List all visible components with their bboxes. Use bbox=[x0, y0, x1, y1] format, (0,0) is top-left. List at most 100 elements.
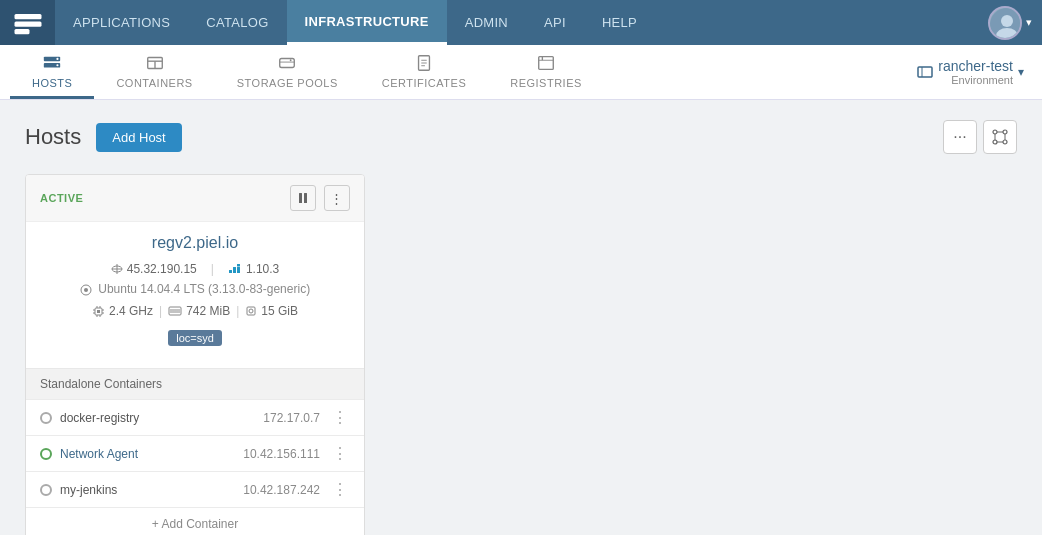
container-ip: 10.42.156.111 bbox=[243, 447, 320, 461]
svg-rect-42 bbox=[237, 267, 240, 270]
svg-point-27 bbox=[993, 140, 997, 144]
svg-point-45 bbox=[84, 288, 88, 292]
logo[interactable] bbox=[0, 0, 55, 45]
env-icon bbox=[917, 64, 933, 80]
host-card: ACTIVE ⋮ regv2.piel.io bbox=[25, 174, 365, 535]
host-storage: 15 GiB bbox=[245, 304, 298, 318]
svg-rect-62 bbox=[247, 307, 255, 315]
host-memory: 742 MiB bbox=[168, 304, 230, 318]
subnav-registries[interactable]: REGISTRIES bbox=[488, 45, 604, 99]
add-host-button[interactable]: Add Host bbox=[96, 123, 181, 152]
svg-point-15 bbox=[290, 59, 292, 61]
container-menu-button[interactable]: ⋮ bbox=[330, 408, 350, 427]
svg-point-9 bbox=[57, 64, 59, 66]
env-info: rancher-test Environment bbox=[938, 58, 1013, 86]
toolbar-right: ··· bbox=[943, 120, 1017, 154]
nav-items: APPLICATIONS CATALOG INFRASTRUCTURE ADMI… bbox=[55, 0, 988, 45]
host-card-body: regv2.piel.io 45.32.190.15 | bbox=[26, 222, 364, 368]
page-title: Hosts bbox=[25, 124, 81, 150]
host-cpu: 2.4 GHz bbox=[92, 304, 153, 318]
more-options-button[interactable]: ··· bbox=[943, 120, 977, 154]
svg-rect-33 bbox=[299, 193, 302, 203]
container-menu-button[interactable]: ⋮ bbox=[330, 444, 350, 463]
container-menu-button[interactable]: ⋮ bbox=[330, 480, 350, 499]
os-icon bbox=[80, 284, 92, 296]
svg-rect-34 bbox=[304, 193, 307, 203]
nav-infrastructure[interactable]: INFRASTRUCTURE bbox=[287, 0, 447, 45]
page-header: Hosts Add Host ··· bbox=[25, 120, 1017, 154]
sub-nav: HOSTS CONTAINERS STORAGE POOLS CERTIFICA… bbox=[0, 45, 1042, 100]
container-ip: 10.42.187.242 bbox=[243, 483, 320, 497]
container-row[interactable]: Network Agent 10.42.156.111 ⋮ bbox=[26, 435, 364, 471]
containers-section-header: Standalone Containers bbox=[26, 369, 364, 399]
pause-icon bbox=[298, 192, 308, 204]
standalone-containers: Standalone Containers docker-registry 17… bbox=[26, 368, 364, 535]
nav-api[interactable]: API bbox=[526, 0, 584, 45]
subnav-containers[interactable]: CONTAINERS bbox=[94, 45, 214, 99]
svg-rect-41 bbox=[233, 267, 236, 270]
add-container-button[interactable]: + Add Container bbox=[26, 507, 364, 535]
environment-selector[interactable]: rancher-test Environment ▾ bbox=[909, 54, 1032, 90]
host-stats-row: 2.4 GHz | 742 MiB | bbox=[40, 304, 350, 318]
user-menu: ▾ bbox=[988, 6, 1032, 40]
main-content: Hosts Add Host ··· ACTI bbox=[0, 100, 1042, 535]
containers-icon bbox=[145, 53, 165, 73]
disk-icon bbox=[245, 305, 257, 317]
subnav-hosts[interactable]: HOSTS bbox=[10, 45, 94, 99]
user-menu-chevron[interactable]: ▾ bbox=[1026, 16, 1032, 29]
svg-rect-43 bbox=[237, 264, 240, 267]
env-selector-area: rancher-test Environment ▾ bbox=[909, 45, 1032, 99]
top-nav: APPLICATIONS CATALOG INFRASTRUCTURE ADMI… bbox=[0, 0, 1042, 45]
svg-rect-40 bbox=[237, 270, 240, 273]
hosts-icon bbox=[42, 53, 62, 73]
nav-applications[interactable]: APPLICATIONS bbox=[55, 0, 188, 45]
svg-rect-47 bbox=[97, 310, 100, 313]
svg-rect-23 bbox=[918, 67, 932, 77]
container-name[interactable]: docker-registry bbox=[60, 411, 263, 425]
graph-icon bbox=[992, 129, 1008, 145]
host-status-badge: ACTIVE bbox=[40, 192, 290, 204]
host-os: Ubuntu 14.04.4 LTS (3.13.0-83-generic) bbox=[40, 282, 350, 296]
container-status-dot bbox=[40, 448, 52, 460]
host-pause-button[interactable] bbox=[290, 185, 316, 211]
certificates-icon bbox=[414, 53, 434, 73]
nav-admin[interactable]: ADMIN bbox=[447, 0, 526, 45]
host-ip: 45.32.190.15 bbox=[111, 262, 197, 276]
container-row[interactable]: my-jenkins 10.42.187.242 ⋮ bbox=[26, 471, 364, 507]
svg-rect-38 bbox=[229, 270, 232, 273]
container-row[interactable]: docker-registry 172.17.0.7 ⋮ bbox=[26, 399, 364, 435]
container-name[interactable]: Network Agent bbox=[60, 447, 243, 461]
avatar[interactable] bbox=[988, 6, 1022, 40]
svg-point-26 bbox=[1003, 130, 1007, 134]
host-name[interactable]: regv2.piel.io bbox=[40, 234, 350, 252]
network-icon bbox=[111, 263, 123, 275]
host-tag[interactable]: loc=syd bbox=[168, 330, 222, 346]
svg-rect-39 bbox=[233, 270, 236, 273]
container-status-dot bbox=[40, 412, 52, 424]
nav-help[interactable]: HELP bbox=[584, 0, 655, 45]
svg-rect-13 bbox=[280, 58, 295, 67]
svg-point-4 bbox=[1001, 15, 1013, 27]
graph-view-button[interactable] bbox=[983, 120, 1017, 154]
svg-point-8 bbox=[57, 57, 59, 59]
container-ip: 172.17.0.7 bbox=[263, 411, 320, 425]
container-name[interactable]: my-jenkins bbox=[60, 483, 243, 497]
svg-point-25 bbox=[993, 130, 997, 134]
subnav-storage-pools[interactable]: STORAGE POOLS bbox=[215, 45, 360, 99]
svg-rect-0 bbox=[14, 14, 41, 19]
storage-icon bbox=[277, 53, 297, 73]
svg-rect-1 bbox=[14, 21, 41, 26]
host-actions: ⋮ bbox=[290, 185, 350, 211]
nav-catalog[interactable]: CATALOG bbox=[188, 0, 286, 45]
container-status-dot bbox=[40, 484, 52, 496]
host-more-button[interactable]: ⋮ bbox=[324, 185, 350, 211]
env-chevron: ▾ bbox=[1018, 65, 1024, 79]
subnav-certificates[interactable]: CERTIFICATES bbox=[360, 45, 488, 99]
host-info-row: 45.32.190.15 | 1.10.3 bbox=[40, 262, 350, 276]
host-more-icon: ⋮ bbox=[330, 191, 344, 206]
host-card-header: ACTIVE ⋮ bbox=[26, 175, 364, 222]
svg-point-28 bbox=[1003, 140, 1007, 144]
more-options-icon: ··· bbox=[953, 128, 966, 146]
registries-icon bbox=[536, 53, 556, 73]
avatar-icon bbox=[990, 8, 1022, 40]
